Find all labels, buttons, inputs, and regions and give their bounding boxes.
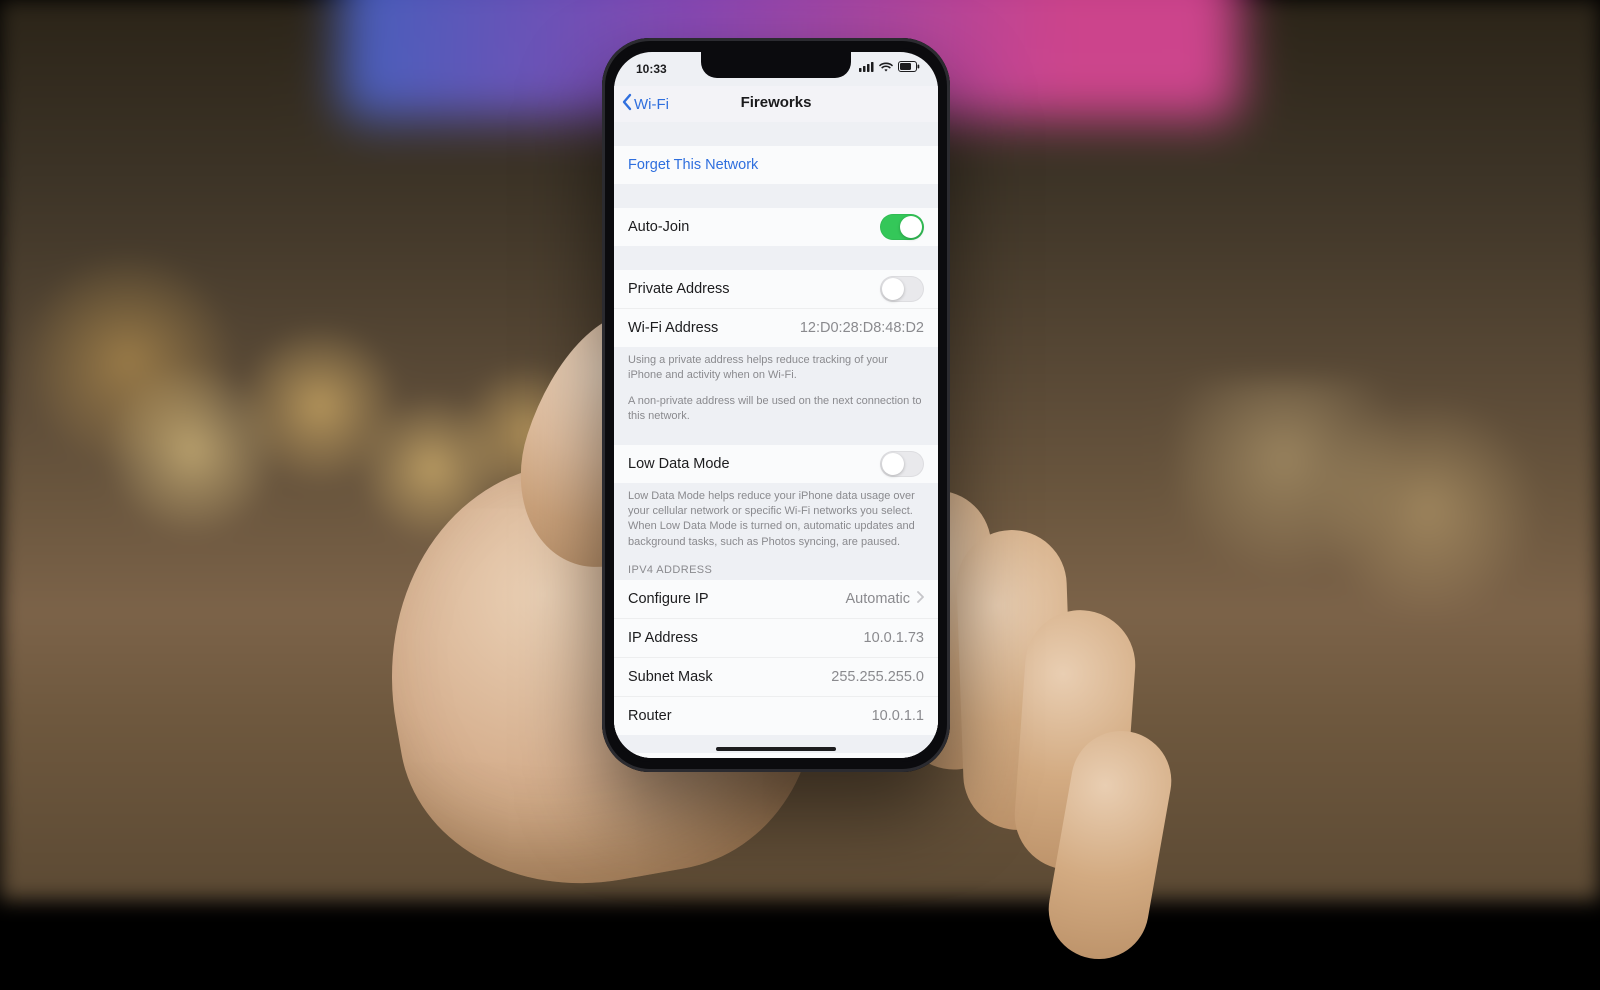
renew-lease-button[interactable]: Renew Lease: [614, 753, 938, 758]
private-address-cell: Private Address: [614, 270, 938, 308]
wifi-address-label: Wi-Fi Address: [628, 320, 718, 336]
auto-join-label: Auto-Join: [628, 219, 689, 235]
phone-frame: 10:33: [602, 38, 950, 772]
router-label: Router: [628, 708, 672, 724]
low-data-mode-footer: Low Data Mode helps reduce your iPhone d…: [614, 483, 938, 553]
cellular-signal-icon: [859, 61, 874, 75]
private-address-footer-2: A non-private address will be used on th…: [614, 386, 938, 427]
low-data-mode-cell: Low Data Mode: [614, 445, 938, 483]
private-address-footer-1: Using a private address helps reduce tra…: [614, 347, 938, 386]
chevron-right-icon: [916, 591, 924, 607]
low-data-mode-label: Low Data Mode: [628, 456, 730, 472]
router-cell: Router 10.0.1.1: [614, 696, 938, 735]
page-title: Fireworks: [614, 94, 938, 111]
phone-notch: [701, 52, 851, 78]
nav-bar: Wi-Fi Fireworks: [614, 86, 938, 123]
ip-address-label: IP Address: [628, 630, 698, 646]
status-time: 10:33: [636, 62, 667, 76]
settings-content[interactable]: Forget This Network Auto-Join Private Ad…: [614, 122, 938, 758]
auto-join-toggle[interactable]: [880, 214, 924, 240]
configure-ip-label: Configure IP: [628, 591, 709, 607]
subnet-mask-value: 255.255.255.0: [831, 669, 924, 685]
subnet-mask-label: Subnet Mask: [628, 669, 713, 685]
router-value: 10.0.1.1: [872, 708, 924, 724]
ipv4-section-header: IPV4 ADDRESS: [614, 552, 938, 580]
private-address-label: Private Address: [628, 281, 730, 297]
wifi-address-cell: Wi-Fi Address 12:D0:28:D8:48:D2: [614, 308, 938, 347]
private-address-toggle[interactable]: [880, 276, 924, 302]
configure-ip-cell[interactable]: Configure IP Automatic: [614, 580, 938, 618]
subnet-mask-cell: Subnet Mask 255.255.255.0: [614, 657, 938, 696]
wifi-address-value: 12:D0:28:D8:48:D2: [800, 320, 924, 336]
low-data-mode-toggle[interactable]: [880, 451, 924, 477]
home-indicator[interactable]: [716, 747, 836, 751]
battery-icon: [898, 61, 920, 75]
configure-ip-value: Automatic: [846, 591, 910, 607]
auto-join-cell: Auto-Join: [614, 208, 938, 246]
ip-address-cell: IP Address 10.0.1.73: [614, 618, 938, 657]
ip-address-value: 10.0.1.73: [864, 630, 924, 646]
wifi-icon: [879, 61, 893, 75]
forget-network-button[interactable]: Forget This Network: [614, 146, 938, 184]
phone-screen: 10:33: [614, 52, 938, 758]
forget-network-label: Forget This Network: [628, 157, 758, 173]
